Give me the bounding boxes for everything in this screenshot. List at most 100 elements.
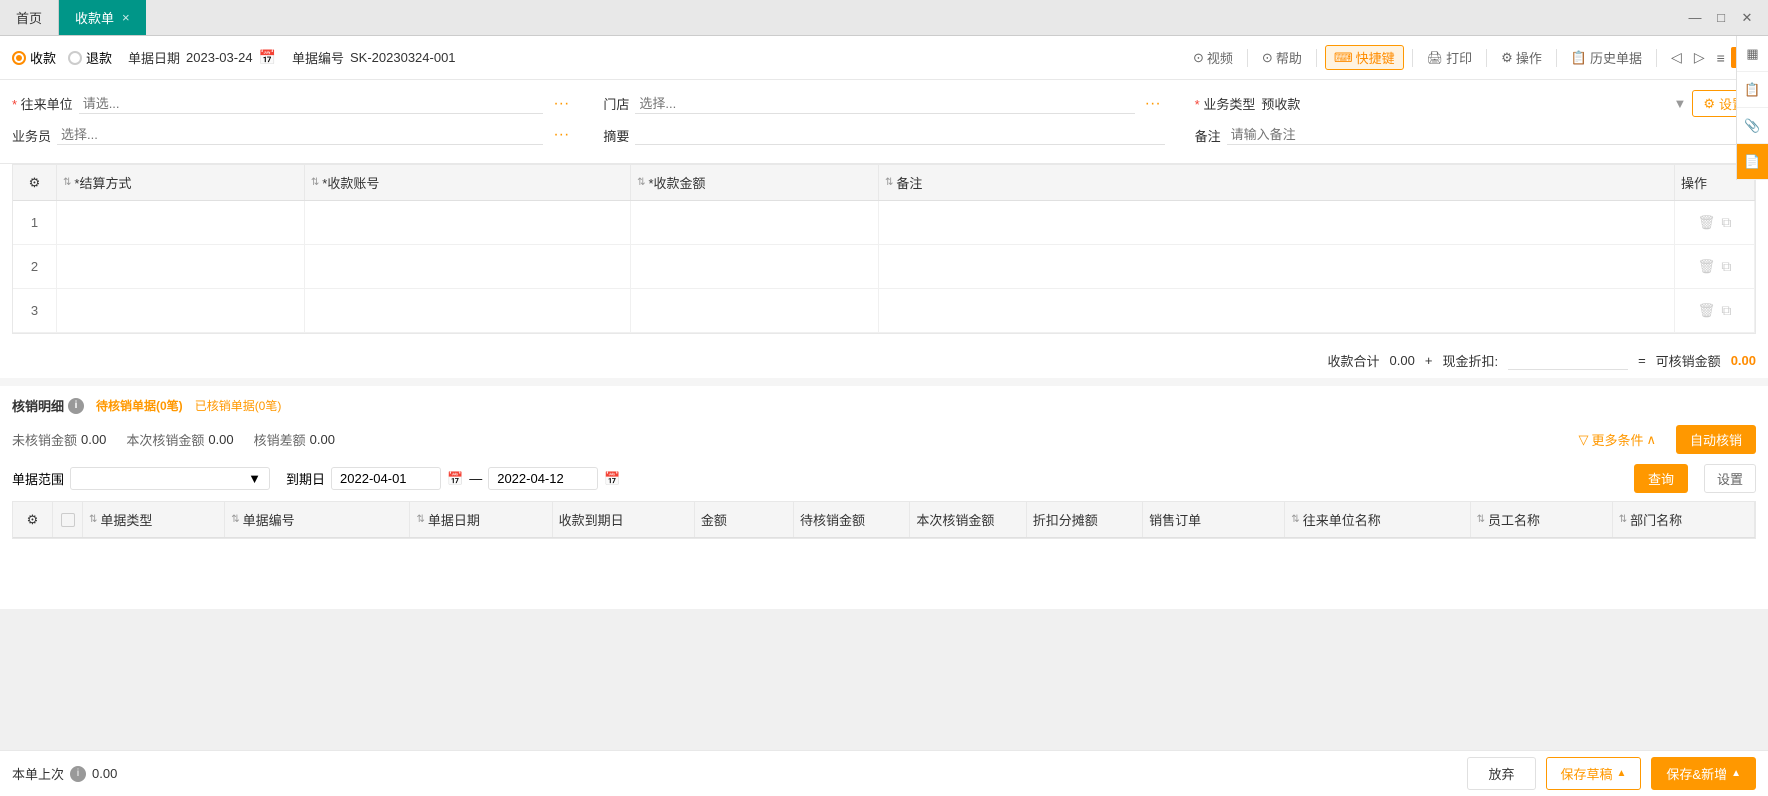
date-calendar-to-icon[interactable]: 📅: [604, 471, 620, 487]
receipt-radio[interactable]: 收款: [12, 48, 56, 67]
panel-grid-icon[interactable]: ▦: [1737, 36, 1768, 72]
copy-icon-1[interactable]: ⧉: [1721, 214, 1731, 231]
date-range-filter: 到期日 📅 — 📅: [286, 467, 620, 490]
vth-gear[interactable]: ⚙: [13, 502, 53, 537]
tab-close-icon[interactable]: ×: [122, 10, 130, 25]
view-next-button[interactable]: ▷: [1688, 47, 1711, 68]
vth-check[interactable]: [53, 502, 83, 537]
stat2-value: 0.00: [208, 432, 233, 447]
number-field: 单据编号 SK-20230324-001: [292, 48, 456, 67]
refund-radio[interactable]: 退款: [68, 48, 112, 67]
date-from-input[interactable]: [331, 467, 441, 490]
td-amount-3[interactable]: [631, 289, 879, 332]
date-calendar-icon[interactable]: 📅: [259, 49, 276, 66]
tab-active[interactable]: 收款单 ×: [59, 0, 146, 35]
divider2: [1316, 49, 1317, 67]
business-type-select[interactable]: 预收款 ▼: [1261, 94, 1686, 113]
staff-input[interactable]: [57, 125, 543, 145]
auto-cancel-button[interactable]: 自动核销: [1676, 425, 1756, 454]
td-account-2[interactable]: [305, 245, 631, 288]
verif-settings-label: 设置: [1717, 472, 1743, 487]
partner-input[interactable]: [79, 94, 544, 114]
vth-date: ⇅ 单据日期: [410, 502, 552, 537]
td-remark-1[interactable]: [879, 201, 1675, 244]
td-num-1: 1: [13, 201, 57, 244]
td-amount-1[interactable]: [631, 201, 879, 244]
panel-expand-icon[interactable]: 📄: [1737, 144, 1768, 180]
partner-more-icon[interactable]: ···: [549, 95, 573, 113]
store-input[interactable]: [635, 94, 1134, 114]
operation-button[interactable]: ⚙ 操作: [1495, 46, 1548, 69]
staff-more-icon[interactable]: ···: [549, 126, 573, 144]
delete-icon-1[interactable]: 🗑: [1698, 214, 1716, 231]
range-select[interactable]: ▼: [70, 467, 270, 490]
top-toolbar: 收款 退款 单据日期 2023-03-24 📅 单据编号 SK-20230324…: [0, 36, 1768, 80]
th-settle: ⇅ *结算方式: [57, 165, 305, 200]
query-button[interactable]: 查询: [1634, 464, 1688, 493]
verif-settings-button[interactable]: 设置: [1704, 464, 1756, 493]
bottom-actions: 放弃 保存草稿 ▲ 保存&新增 ▲: [1467, 757, 1756, 790]
summary-label2: 现金折扣:: [1442, 351, 1498, 370]
tab-pending[interactable]: 待核销单据(0笔): [96, 397, 183, 414]
print-button[interactable]: 🖨 打印: [1421, 46, 1479, 69]
date-calendar-from-icon[interactable]: 📅: [447, 471, 463, 487]
view-list-button[interactable]: ≡: [1711, 48, 1731, 68]
save-new-label: 保存&新增: [1666, 764, 1727, 783]
range-label: 单据范围: [12, 469, 64, 488]
bottom-left: 本单上次 i 0.00: [12, 764, 117, 783]
td-ops-3: 🗑 ⧉: [1675, 289, 1755, 332]
more-conditions-label: 更多条件: [1591, 430, 1643, 449]
panel-list-icon[interactable]: 📋: [1737, 72, 1768, 108]
divider1: [1247, 49, 1248, 67]
save-new-button[interactable]: 保存&新增 ▲: [1651, 757, 1756, 790]
copy-icon-2[interactable]: ⧉: [1721, 258, 1731, 275]
copy-icon-3[interactable]: ⧉: [1721, 302, 1731, 319]
td-settle-1[interactable]: [57, 201, 305, 244]
vth-type: ⇅ 单据类型: [83, 502, 225, 537]
sort-icon-remark: ⇅: [885, 177, 893, 188]
td-amount-2[interactable]: [631, 245, 879, 288]
vth-staff-label: 员工名称: [1488, 510, 1540, 529]
cash-discount-input[interactable]: [1508, 350, 1628, 370]
tab-done[interactable]: 已核销单据(0笔): [195, 397, 282, 414]
history-icon: 📋: [1571, 50, 1587, 66]
store-more-icon[interactable]: ···: [1141, 95, 1165, 113]
td-account-3[interactable]: [305, 289, 631, 332]
abandon-button[interactable]: 放弃: [1467, 757, 1535, 790]
td-ops-1: 🗑 ⧉: [1675, 201, 1755, 244]
summary-label: 摘要: [603, 126, 629, 145]
verif-info-icon[interactable]: i: [68, 398, 84, 414]
td-remark-2[interactable]: [879, 245, 1675, 288]
minimize-button[interactable]: —: [1686, 9, 1704, 27]
view-prev-button[interactable]: ◁: [1665, 47, 1688, 68]
staff-field: 业务员 ···: [12, 125, 573, 145]
summary-input[interactable]: [635, 125, 1164, 145]
delete-icon-3[interactable]: 🗑: [1698, 302, 1716, 319]
notes-input[interactable]: [1227, 125, 1756, 145]
td-remark-3[interactable]: [879, 289, 1675, 332]
td-settle-3[interactable]: [57, 289, 305, 332]
close-button[interactable]: ✕: [1738, 9, 1756, 27]
td-account-1[interactable]: [305, 201, 631, 244]
tab-home[interactable]: 首页: [0, 0, 59, 35]
form-row-1: 往来单位 ··· 门店 ··· 业务类型 预收款 ▼: [12, 90, 1756, 117]
select-all-checkbox[interactable]: [61, 513, 75, 527]
verif-gear-icon: ⚙: [27, 512, 39, 528]
video-button[interactable]: ⊙ 视频: [1187, 46, 1239, 69]
more-conditions-button[interactable]: ▽ 更多条件 ∧: [1578, 430, 1656, 449]
td-settle-2[interactable]: [57, 245, 305, 288]
due-date-label: 到期日: [286, 469, 325, 488]
history-button[interactable]: 📋 历史单据: [1565, 46, 1648, 69]
th-gear[interactable]: ⚙: [13, 165, 57, 200]
bottom-label: 本单上次: [12, 764, 64, 783]
maximize-button[interactable]: □: [1712, 9, 1730, 27]
shortcut-button[interactable]: ⌨ 快捷键: [1325, 45, 1404, 70]
save-draft-label: 保存草稿: [1561, 764, 1613, 783]
delete-icon-2[interactable]: 🗑: [1698, 258, 1716, 275]
panel-attach-icon[interactable]: 📎: [1737, 108, 1768, 144]
save-draft-button[interactable]: 保存草稿 ▲: [1546, 757, 1642, 790]
help-button[interactable]: ⊙ 帮助: [1256, 46, 1308, 69]
bottom-info-icon[interactable]: i: [70, 766, 86, 782]
th-settle-label: *结算方式: [74, 173, 131, 192]
date-to-input[interactable]: [488, 467, 598, 490]
